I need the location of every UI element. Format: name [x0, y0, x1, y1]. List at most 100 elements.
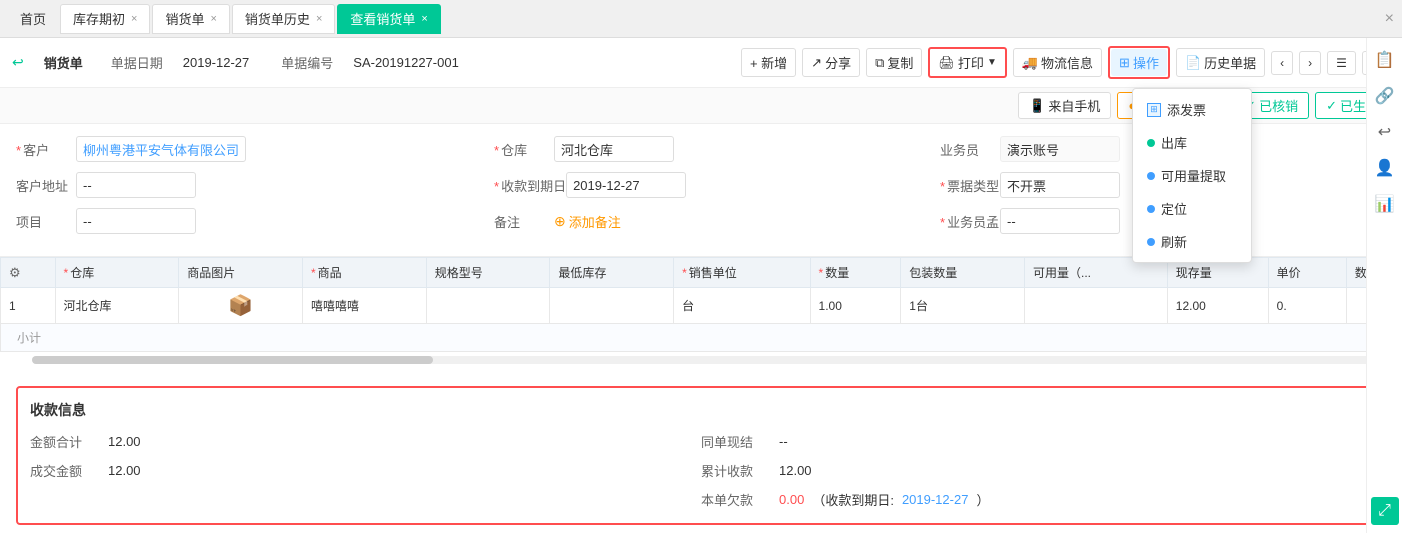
right-sidebar: 📋 🔗 ↩ 👤 📊 ⤢ — [1366, 38, 1402, 533]
warehouse-label: 仓库 — [494, 140, 554, 159]
col-product: 商品 — [302, 258, 426, 288]
transaction-value: 12.00 — [108, 463, 141, 478]
dropdown-menu: ⊞ 添发票 出库 可用量提取 定位 刷新 — [1132, 88, 1252, 263]
total-label: 金额合计 — [30, 432, 100, 451]
table-container: ⚙ 仓库 商品图片 商品 规格型号 最低库存 销售单位 数量 包装数量 可用量（… — [0, 257, 1402, 378]
prev-button[interactable]: ‹ — [1271, 51, 1293, 75]
close-inventory-tab[interactable]: × — [131, 13, 137, 25]
subtotal-label: 小计 — [1, 324, 1402, 352]
total-value: 12.00 — [108, 434, 141, 449]
payment-title: 收款信息 — [30, 400, 1372, 420]
doc-type: 销货单 — [44, 53, 83, 72]
col-min-stock: 最低库存 — [550, 258, 674, 288]
operation-button[interactable]: ⊞ 操作 — [1111, 49, 1167, 76]
dropdown-locate[interactable]: 定位 — [1133, 192, 1251, 225]
tab-bar: 首页 库存期初 × 销货单 × 销货单历史 × 查看销货单 × × — [0, 0, 1402, 38]
project-value: -- — [76, 208, 196, 234]
sidebar-user-icon[interactable]: 👤 — [1371, 154, 1399, 182]
locate-dot — [1147, 205, 1155, 213]
sidebar-doc-icon[interactable]: 📋 — [1371, 46, 1399, 74]
note-label: 备注 — [494, 212, 554, 231]
toolbar-right: + 新增 ↗ 分享 ⧉ 复制 🖨 打印 ▼ 🚚 物流信息 ⊞ — [741, 46, 1390, 79]
overdue-value: 0.00 — [779, 492, 804, 507]
ticket-type-value[interactable]: 不开票 — [1000, 172, 1120, 198]
tab-sales[interactable]: 销货单 × — [152, 4, 229, 34]
customer-field: 客户 柳州粤港平安气体有限公司 — [16, 136, 462, 162]
history-button[interactable]: 📄 历史单据 — [1176, 48, 1265, 77]
col-image: 商品图片 — [179, 258, 303, 288]
new-button[interactable]: + 新增 — [741, 48, 796, 77]
transaction-row: 成交金额 12.00 — [30, 459, 701, 482]
print-button[interactable]: 🖨 打印 ▼ — [928, 47, 1006, 78]
add-ticket-icon: ⊞ — [1147, 103, 1161, 117]
tab-home[interactable]: 首页 — [8, 4, 58, 34]
scroll-area[interactable] — [0, 352, 1402, 368]
operation-highlight: ⊞ 操作 — [1108, 46, 1170, 79]
close-sales-tab[interactable]: × — [210, 13, 216, 25]
add-note-button[interactable]: ⊕ 添加备注 — [554, 212, 621, 231]
logistics-button[interactable]: 🚚 物流信息 — [1013, 48, 1102, 77]
plus-icon: ⊕ — [554, 213, 566, 230]
due-date-suffix: ） — [976, 490, 989, 509]
row-image: 📦 — [179, 288, 303, 324]
share-button[interactable]: ↗ 分享 — [802, 48, 860, 77]
list-view-button[interactable]: ☰ — [1327, 51, 1356, 75]
customer-value[interactable]: 柳州粤港平安气体有限公司 — [76, 136, 246, 162]
row-index: 1 — [1, 288, 56, 324]
salesperson2-label: 业务员孟 — [940, 212, 1000, 231]
due-date-prefix: （收款到期日: — [812, 490, 894, 509]
close-window-button[interactable]: × — [1385, 10, 1394, 28]
close-view-sales-tab[interactable]: × — [421, 13, 427, 25]
tab-view-sales[interactable]: 查看销货单 × — [337, 4, 440, 34]
payment-section: 收款信息 金额合计 12.00 同单现结 -- 成交金额 12.00 累计收款 … — [16, 386, 1386, 525]
tab-inventory[interactable]: 库存期初 × — [60, 4, 150, 34]
sidebar-link-icon[interactable]: 🔗 — [1371, 82, 1399, 110]
phone-icon: 📱 — [1029, 98, 1045, 114]
sidebar-expand-icon[interactable]: ⤢ — [1371, 497, 1399, 525]
payment-date-value[interactable]: 2019-12-27 — [566, 172, 686, 198]
project-label: 项目 — [16, 212, 76, 231]
col-warehouse: 仓库 — [55, 258, 179, 288]
row-spec — [426, 288, 550, 324]
dropdown-outbound[interactable]: 出库 — [1133, 126, 1251, 159]
subtotal-row: 小计 — [1, 324, 1402, 352]
tab-sales-history[interactable]: 销货单历史 × — [232, 4, 335, 34]
warehouse-value[interactable]: 河北仓库 — [554, 136, 674, 162]
total-row: 金额合计 12.00 — [30, 430, 701, 453]
salesperson2-value: -- — [1000, 208, 1120, 234]
col-gear[interactable]: ⚙ — [1, 258, 56, 288]
row-warehouse: 河北仓库 — [55, 288, 179, 324]
dropdown-refresh[interactable]: 刷新 — [1133, 225, 1251, 258]
sidebar-chart-icon[interactable]: 📊 — [1371, 190, 1399, 218]
data-table: ⚙ 仓库 商品图片 商品 规格型号 最低库存 销售单位 数量 包装数量 可用量（… — [0, 257, 1402, 352]
next-button[interactable]: › — [1299, 51, 1321, 75]
dropdown-add-ticket[interactable]: ⊞ 添发票 — [1133, 93, 1251, 126]
row-pack-qty: 1台 — [901, 288, 1025, 324]
overdue-row: 本单欠款 0.00 （收款到期日: 2019-12-27 ） — [701, 488, 1372, 511]
doc-header: ↩ 销货单 单据日期 2019-12-27 单据编号 SA-20191227-0… — [0, 38, 1402, 88]
close-sales-history-tab[interactable]: × — [316, 13, 322, 25]
row-unit: 台 — [674, 288, 810, 324]
refresh-dot — [1147, 238, 1155, 246]
dropdown-available[interactable]: 可用量提取 — [1133, 159, 1251, 192]
row-min-stock — [550, 288, 674, 324]
cumulative-value: 12.00 — [779, 463, 812, 478]
doc-title-area: ↩ 销货单 单据日期 2019-12-27 单据编号 SA-20191227-0… — [12, 53, 459, 72]
copy-button[interactable]: ⧉ 复制 — [866, 48, 922, 77]
scroll-thumb — [32, 356, 433, 364]
col-unit-price: 单价 — [1268, 258, 1346, 288]
from-phone-button[interactable]: 📱 来自手机 — [1018, 92, 1111, 119]
share-icon: ↗ — [811, 55, 822, 71]
scroll-indicator[interactable] — [32, 356, 1370, 364]
transaction-label: 成交金额 — [30, 461, 100, 480]
row-current: 12.00 — [1167, 288, 1268, 324]
same-order-value: -- — [779, 434, 788, 449]
sidebar-return-icon[interactable]: ↩ — [1371, 118, 1399, 146]
row-product: 嘻嘻嘻嘻 — [302, 288, 426, 324]
due-date-value: 2019-12-27 — [902, 492, 969, 507]
cumulative-row: 累计收款 12.00 — [701, 459, 1372, 482]
cumulative-label: 累计收款 — [701, 461, 771, 480]
address-value: -- — [76, 172, 196, 198]
overdue-label: 本单欠款 — [701, 490, 771, 509]
print-icon: 🖨 — [938, 55, 955, 71]
